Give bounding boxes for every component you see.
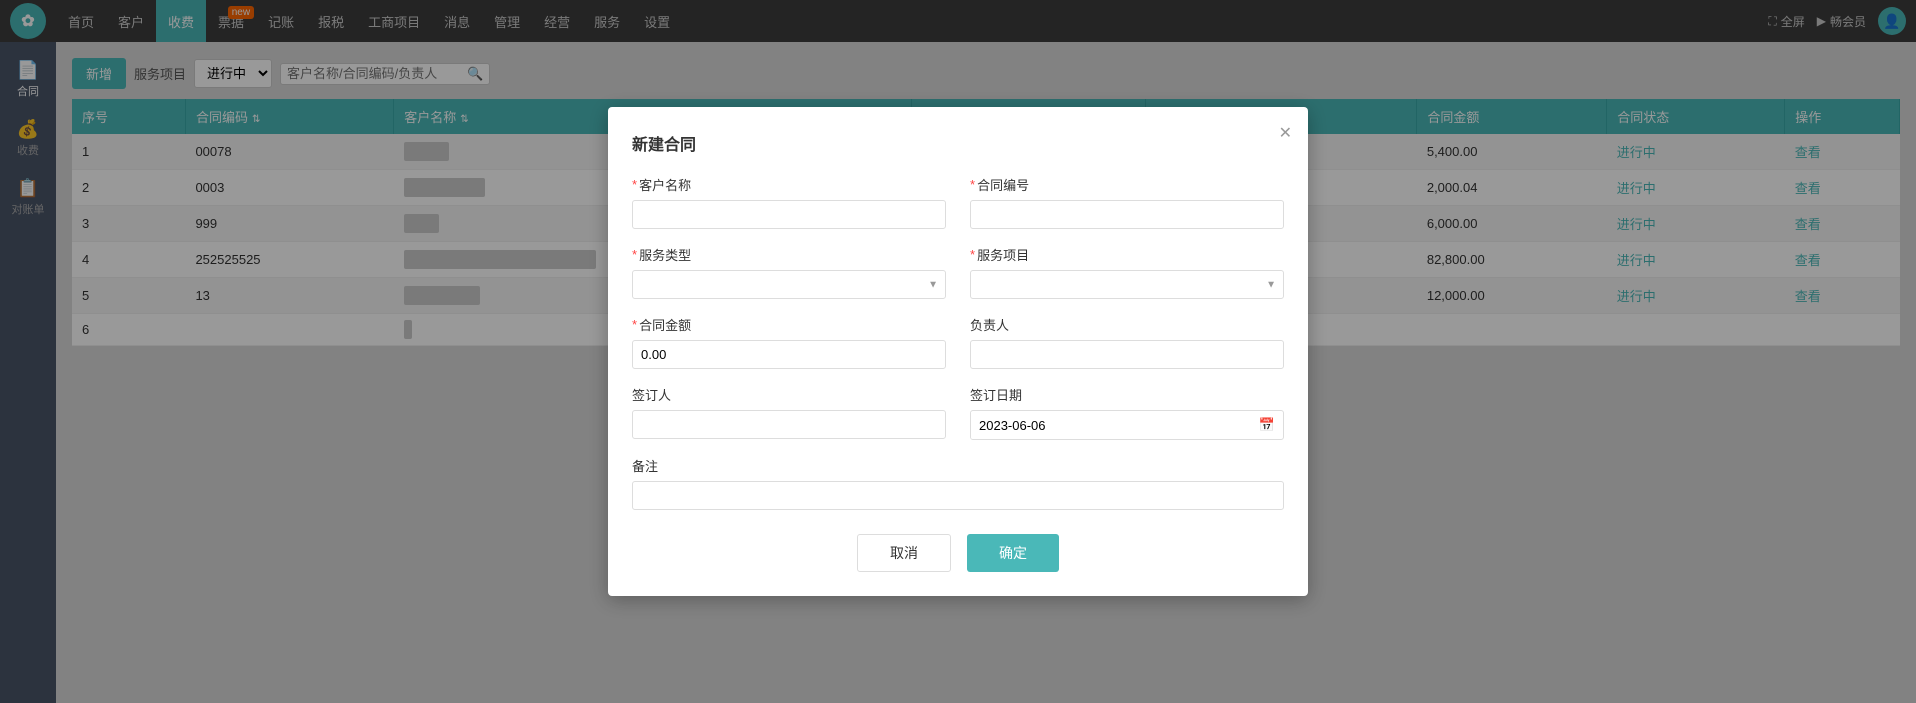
sign-date-wrapper: 📅 xyxy=(970,410,1284,440)
new-contract-modal: 新建合同 ✕ * 客户名称 * 合同编号 xyxy=(608,107,1308,596)
notes-input[interactable] xyxy=(632,481,1284,510)
form-row-1: * 客户名称 * 合同编号 xyxy=(632,175,1284,229)
service-type-select[interactable] xyxy=(632,270,946,299)
service-type-label: * 服务类型 xyxy=(632,245,946,264)
confirm-button[interactable]: 确定 xyxy=(967,534,1059,572)
amount-input[interactable] xyxy=(632,340,946,369)
field-contract-no: * 合同编号 xyxy=(970,175,1284,229)
field-sign-date: 签订日期 📅 xyxy=(970,385,1284,440)
modal-footer: 取消 确定 xyxy=(632,534,1284,572)
required-star-2: * xyxy=(970,177,975,192)
field-client-name: * 客户名称 xyxy=(632,175,946,229)
contract-no-label: * 合同编号 xyxy=(970,175,1284,194)
form-row-3: * 合同金额 负责人 xyxy=(632,315,1284,369)
service-item-select[interactable] xyxy=(970,270,1284,299)
form-row-5: 备注 xyxy=(632,456,1284,510)
calendar-icon[interactable]: 📅 xyxy=(1251,411,1283,439)
modal-title: 新建合同 xyxy=(632,131,1284,155)
field-amount: * 合同金额 xyxy=(632,315,946,369)
field-notes: 备注 xyxy=(632,456,1284,510)
required-star-4: * xyxy=(970,247,975,262)
field-service-type: * 服务类型 xyxy=(632,245,946,299)
field-service-item: * 服务项目 xyxy=(970,245,1284,299)
sign-date-label: 签订日期 xyxy=(970,385,1284,404)
signer-label: 签订人 xyxy=(632,385,946,404)
form-row-2: * 服务类型 * 服务项目 xyxy=(632,245,1284,299)
form-row-4: 签订人 签订日期 📅 xyxy=(632,385,1284,440)
modal-overlay[interactable]: 新建合同 ✕ * 客户名称 * 合同编号 xyxy=(0,0,1916,703)
required-star-3: * xyxy=(632,247,637,262)
service-item-label: * 服务项目 xyxy=(970,245,1284,264)
responsible-input[interactable] xyxy=(970,340,1284,369)
cancel-button[interactable]: 取消 xyxy=(857,534,951,572)
signer-input[interactable] xyxy=(632,410,946,439)
field-signer: 签订人 xyxy=(632,385,946,440)
notes-label: 备注 xyxy=(632,456,1284,475)
modal-close-button[interactable]: ✕ xyxy=(1279,123,1292,143)
responsible-label: 负责人 xyxy=(970,315,1284,334)
service-type-select-wrapper xyxy=(632,270,946,299)
client-name-input[interactable] xyxy=(632,200,946,229)
service-item-select-wrapper xyxy=(970,270,1284,299)
required-star: * xyxy=(632,177,637,192)
sign-date-input[interactable] xyxy=(971,412,1251,439)
contract-no-input[interactable] xyxy=(970,200,1284,229)
field-responsible: 负责人 xyxy=(970,315,1284,369)
amount-label: * 合同金额 xyxy=(632,315,946,334)
required-star-5: * xyxy=(632,317,637,332)
client-name-label: * 客户名称 xyxy=(632,175,946,194)
